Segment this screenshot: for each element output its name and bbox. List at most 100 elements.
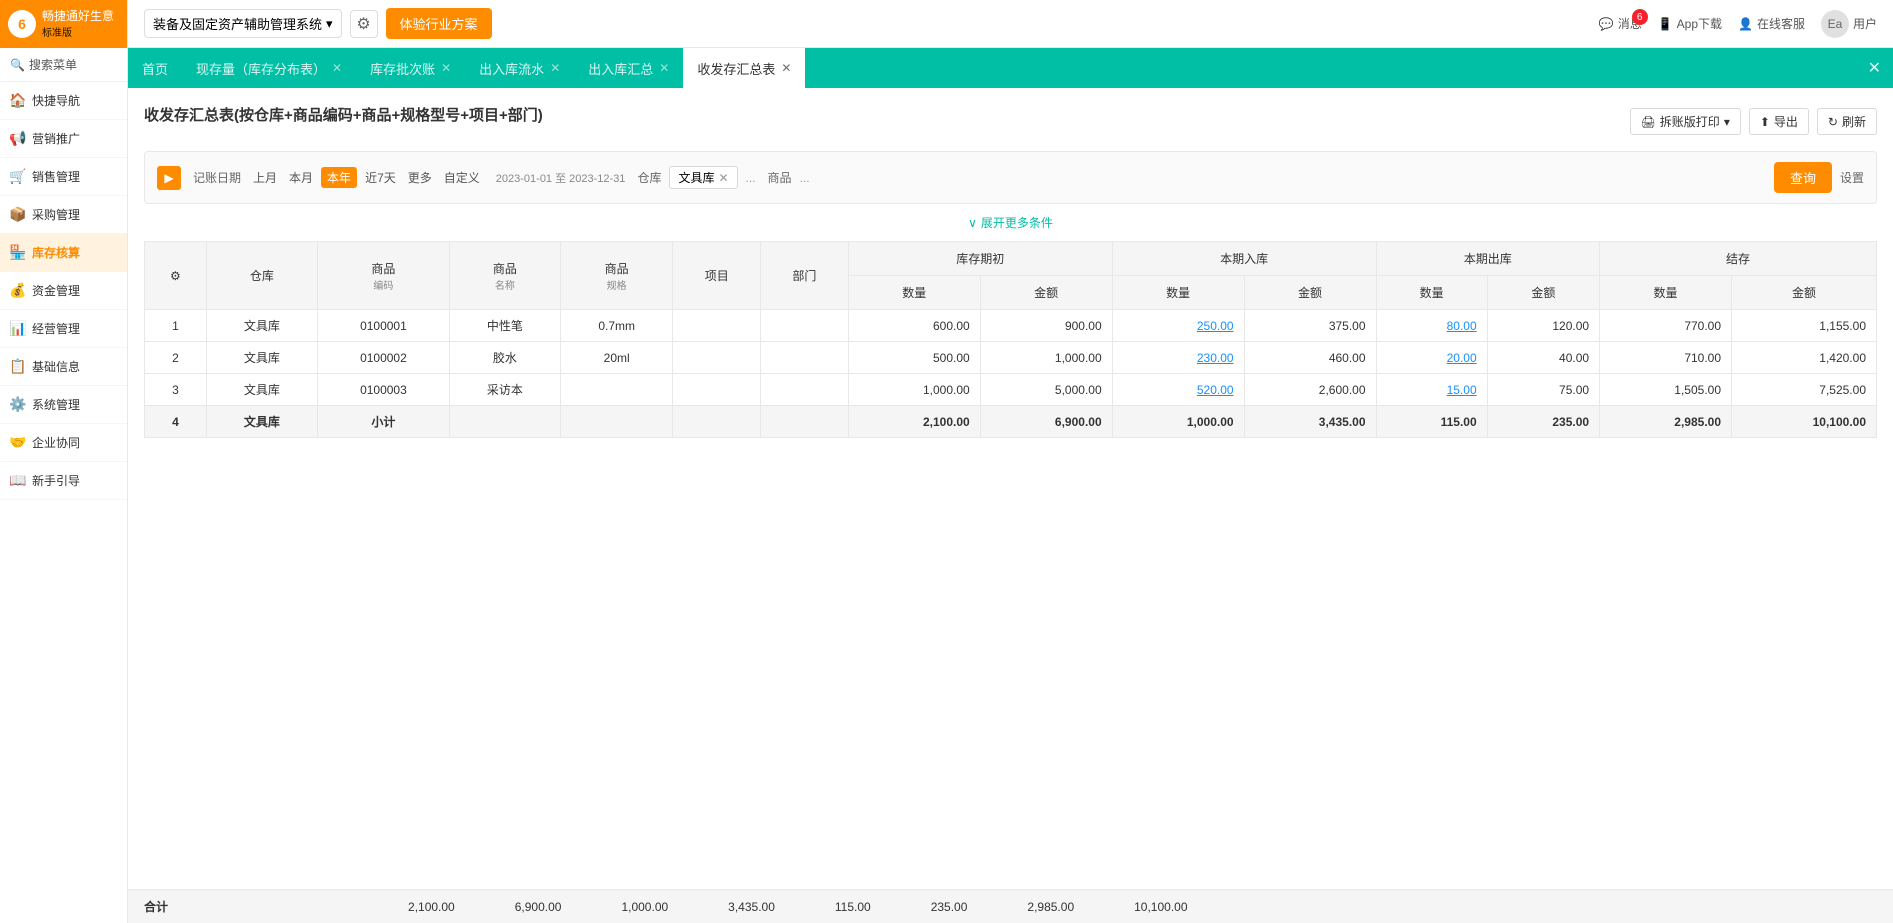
cell-out-amt: 40.00 — [1487, 342, 1599, 374]
gear-icon: ⚙ — [356, 14, 370, 34]
col-group-opening: 库存期初 — [848, 242, 1112, 276]
message-button[interactable]: 💬 消息 6 — [1599, 15, 1642, 32]
online-service-button[interactable]: 👤 在线客服 — [1738, 15, 1805, 32]
sidebar-item-label: 采购管理 — [32, 206, 80, 223]
tab-close-inout-flow[interactable]: ✕ — [550, 61, 560, 75]
date-opt-this-year[interactable]: 本年 — [321, 167, 357, 188]
warehouse-tag[interactable]: 文具库 ✕ — [669, 166, 737, 189]
col-group-in: 本期入库 — [1112, 242, 1376, 276]
date-opt-custom[interactable]: 自定义 — [440, 167, 484, 188]
sidebar-item-sales[interactable]: 🛒 销售管理 — [0, 158, 127, 196]
cell-bal-amt: 1,155.00 — [1732, 310, 1877, 342]
cell-bal-qty: 1,505.00 — [1600, 374, 1732, 406]
filter-toggle-button[interactable]: ▶ — [157, 166, 181, 190]
cell-project — [673, 374, 761, 406]
sidebar-item-system[interactable]: ⚙️ 系统管理 — [0, 386, 127, 424]
tab-close-stock-dist[interactable]: ✕ — [332, 61, 342, 75]
cell-out-amt: 120.00 — [1487, 310, 1599, 342]
filter-settings-link[interactable]: 设置 — [1840, 169, 1864, 186]
system-selector[interactable]: 装备及固定资产辅助管理系统 ▾ — [144, 9, 342, 38]
cell-spec — [560, 374, 672, 406]
col-out-qty: 数量 — [1376, 276, 1487, 310]
col-code-header: 商品编码 — [317, 242, 449, 310]
sidebar-item-finance[interactable]: 💰 资金管理 — [0, 272, 127, 310]
query-button[interactable]: 查询 — [1774, 162, 1832, 193]
sidebar-item-operations[interactable]: 📊 经营管理 — [0, 310, 127, 348]
goods-more[interactable]: ... — [800, 171, 810, 185]
expand-conditions-button[interactable]: ∨ 展开更多条件 — [968, 214, 1053, 231]
cell-out-qty[interactable]: 15.00 — [1376, 374, 1487, 406]
logo-text: 畅捷通好生意 标准版 — [42, 9, 114, 40]
total-label: 合计 — [144, 898, 168, 915]
sidebar-item-inventory[interactable]: 🏪 库存核算 — [0, 234, 127, 272]
home-icon: 🏠 — [10, 93, 26, 109]
total-opening-qty: 2,100.00 — [408, 900, 455, 914]
cell-in-qty[interactable]: 230.00 — [1112, 342, 1244, 374]
cell-bal-qty: 770.00 — [1600, 310, 1732, 342]
tab-stock-dist[interactable]: 现存量（库存分布表） ✕ — [182, 48, 356, 88]
settings-button[interactable]: ⚙ — [350, 10, 378, 38]
warehouse-more[interactable]: ... — [746, 171, 756, 185]
header-left: 装备及固定资产辅助管理系统 ▾ ⚙ 体验行业方案 — [144, 8, 492, 39]
cell-out-qty[interactable]: 80.00 — [1376, 310, 1487, 342]
tab-home[interactable]: 首页 — [128, 48, 182, 88]
date-opt-this-month[interactable]: 本月 — [285, 167, 317, 188]
cell-opening-amt: 1,000.00 — [980, 342, 1112, 374]
sidebar-item-search[interactable]: 🔍 搜索菜单 — [0, 48, 127, 82]
export-button[interactable]: ⬆ 导出 — [1749, 108, 1809, 135]
sidebar-item-quick-nav[interactable]: 🏠 快捷导航 — [0, 82, 127, 120]
tab-inout-flow[interactable]: 出入库流水 ✕ — [465, 48, 574, 88]
sidebar-item-label: 资金管理 — [32, 282, 80, 299]
warehouse-tag-close[interactable]: ✕ — [718, 171, 728, 185]
experience-button[interactable]: 体验行业方案 — [386, 8, 492, 39]
cell-opening-qty: 1,000.00 — [848, 374, 980, 406]
sidebar-item-enterprise[interactable]: 🤝 企业协同 — [0, 424, 127, 462]
cell-in-qty[interactable]: 520.00 — [1112, 374, 1244, 406]
tab-close-batch-account[interactable]: ✕ — [441, 61, 451, 75]
table-row: 3 文具库 0100003 采访本 1,000.00 5,000.00 520.… — [145, 374, 1877, 406]
col-settings[interactable]: ⚙ — [145, 242, 207, 310]
tab-recv-send-summary[interactable]: 收发存汇总表 ✕ — [683, 48, 805, 88]
print-button[interactable]: 🖨 拆账版打印 ▾ — [1630, 108, 1741, 135]
sidebar-item-purchase[interactable]: 📦 采购管理 — [0, 196, 127, 234]
refresh-button[interactable]: ↻ 刷新 — [1817, 108, 1877, 135]
col-dept-header: 部门 — [761, 242, 849, 310]
subtotal-row: 4 文具库 小计 2,100.00 6,900.00 1,000.00 3,43… — [145, 406, 1877, 438]
cell-in-amt: 2,600.00 — [1244, 374, 1376, 406]
date-filter-section: 记账日期 上月 本月 本年 近7天 更多 自定义 2023-01-01 至 20… — [193, 167, 625, 188]
sidebar-item-guide[interactable]: 📖 新手引导 — [0, 462, 127, 500]
sidebar-item-label: 销售管理 — [32, 168, 80, 185]
message-badge: 6 — [1632, 9, 1648, 25]
sidebar-item-marketing[interactable]: 📢 营销推广 — [0, 120, 127, 158]
subtotal-warehouse: 文具库 — [206, 406, 317, 438]
tab-close-inout-summary[interactable]: ✕ — [659, 61, 669, 75]
refresh-icon: ↻ — [1828, 115, 1838, 129]
app-download-button[interactable]: 📱 App下载 — [1658, 15, 1722, 32]
table-row: 1 文具库 0100001 中性笔 0.7mm 600.00 900.00 25… — [145, 310, 1877, 342]
tab-batch-account[interactable]: 库存批次账 ✕ — [356, 48, 465, 88]
col-opening-amt: 金额 — [980, 276, 1112, 310]
sidebar-item-basic[interactable]: 📋 基础信息 — [0, 348, 127, 386]
date-opt-7days[interactable]: 近7天 — [361, 167, 400, 188]
content-area: 收发存汇总表(按仓库+商品编码+商品+规格型号+项目+部门) 🖨 拆账版打印 ▾… — [128, 88, 1893, 923]
cell-out-qty[interactable]: 20.00 — [1376, 342, 1487, 374]
date-opt-more[interactable]: 更多 — [404, 167, 436, 188]
cell-no: 3 — [145, 374, 207, 406]
col-spec-header: 商品规格 — [560, 242, 672, 310]
date-opt-last-month[interactable]: 上月 — [249, 167, 281, 188]
total-opening-amt: 6,900.00 — [515, 900, 562, 914]
cell-name: 胶水 — [449, 342, 560, 374]
cell-in-amt: 460.00 — [1244, 342, 1376, 374]
cell-in-qty[interactable]: 250.00 — [1112, 310, 1244, 342]
cell-name: 采访本 — [449, 374, 560, 406]
cell-opening-qty: 600.00 — [848, 310, 980, 342]
tab-inout-summary[interactable]: 出入库汇总 ✕ — [574, 48, 683, 88]
sales-icon: 🛒 — [10, 169, 26, 185]
sidebar-item-label: 新手引导 — [32, 472, 80, 489]
tab-bar-close-button[interactable]: ✕ — [1856, 58, 1893, 78]
refresh-label: 刷新 — [1842, 113, 1866, 130]
subtotal-empty2 — [560, 406, 672, 438]
tab-close-recv-send-summary[interactable]: ✕ — [781, 61, 791, 75]
cell-opening-amt: 5,000.00 — [980, 374, 1112, 406]
user-menu[interactable]: Ea 用户 — [1821, 10, 1877, 38]
